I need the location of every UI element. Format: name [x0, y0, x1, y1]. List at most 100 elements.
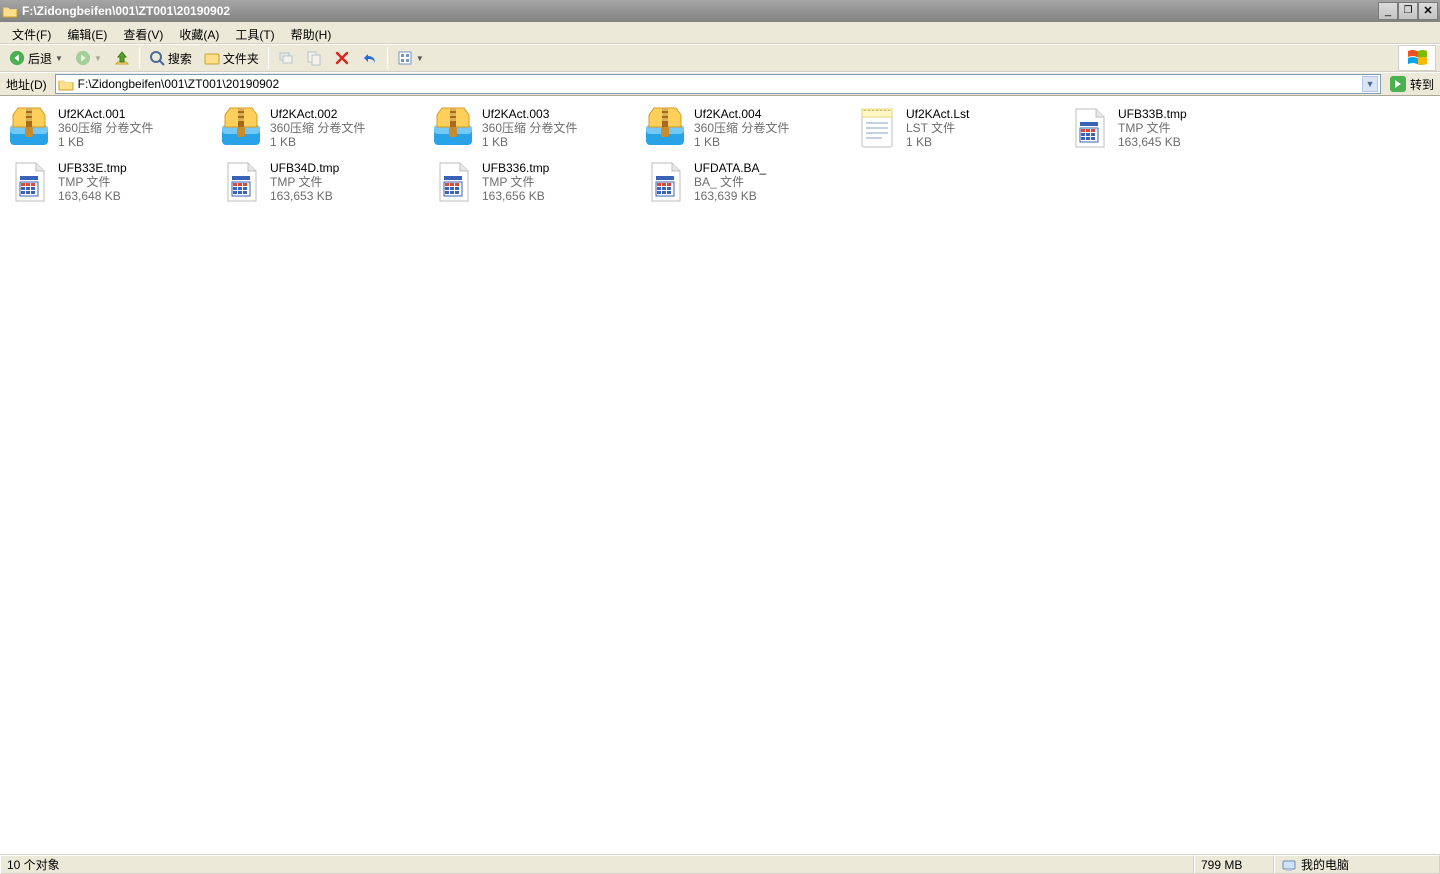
minimize-button[interactable]: _ — [1378, 2, 1398, 20]
close-button[interactable]: ✕ — [1418, 2, 1438, 20]
title-bar[interactable]: F:\Zidongbeifen\001\ZT001\20190902 _ ❐ ✕ — [0, 0, 1440, 22]
address-dropdown[interactable]: ▼ — [1362, 76, 1378, 92]
back-label: 后退 — [28, 50, 52, 67]
menu-tools[interactable]: 工具(T) — [227, 22, 282, 43]
file-size: 1 KB — [270, 135, 365, 149]
search-button[interactable]: 搜索 — [144, 47, 197, 69]
move-to-button[interactable] — [273, 47, 299, 69]
file-item[interactable]: Uf2KAct.002360压缩 分卷文件1 KB — [216, 103, 426, 157]
file-type: LST 文件 — [906, 121, 969, 135]
file-icon — [642, 159, 688, 205]
menu-view[interactable]: 查看(V) — [115, 22, 171, 43]
file-name: Uf2KAct.002 — [270, 107, 365, 121]
file-meta: Uf2KAct.003360压缩 分卷文件1 KB — [482, 105, 577, 149]
separator — [387, 47, 388, 69]
search-icon — [149, 50, 165, 66]
windows-flag-icon — [1405, 49, 1429, 67]
file-item[interactable]: Uf2KAct.004360压缩 分卷文件1 KB — [640, 103, 850, 157]
computer-icon — [1281, 857, 1297, 873]
file-meta: Uf2KAct.002360压缩 分卷文件1 KB — [270, 105, 365, 149]
window-controls: _ ❐ ✕ — [1378, 2, 1438, 20]
file-type: 360压缩 分卷文件 — [694, 121, 789, 135]
menu-file[interactable]: 文件(F) — [4, 22, 59, 43]
menu-bar: 文件(F) 编辑(E) 查看(V) 收藏(A) 工具(T) 帮助(H) — [0, 22, 1440, 44]
delete-icon — [334, 50, 350, 66]
back-icon — [9, 50, 25, 66]
file-name: UFB34D.tmp — [270, 161, 339, 175]
file-icon — [642, 105, 688, 151]
file-item[interactable]: UFB34D.tmpTMP 文件163,653 KB — [216, 157, 426, 211]
file-meta: UFDATA.BA_BA_ 文件163,639 KB — [694, 159, 766, 203]
file-size: 1 KB — [482, 135, 577, 149]
forward-button[interactable]: ▼ — [70, 47, 107, 69]
file-type: 360压缩 分卷文件 — [58, 121, 153, 135]
file-icon — [430, 105, 476, 151]
file-icon — [1066, 105, 1112, 151]
chevron-down-icon: ▼ — [55, 54, 63, 63]
folders-label: 文件夹 — [223, 50, 259, 67]
copy-to-button[interactable] — [301, 47, 327, 69]
file-meta: Uf2KAct.LstLST 文件1 KB — [906, 105, 969, 149]
views-button[interactable]: ▼ — [392, 47, 429, 69]
search-label: 搜索 — [168, 50, 192, 67]
menu-help[interactable]: 帮助(H) — [283, 22, 340, 43]
file-item[interactable]: Uf2KAct.LstLST 文件1 KB — [852, 103, 1062, 157]
file-type: BA_ 文件 — [694, 175, 766, 189]
separator — [139, 47, 140, 69]
status-count: 10 个对象 — [0, 855, 1194, 874]
folder-icon — [58, 76, 74, 92]
file-type: TMP 文件 — [1118, 121, 1187, 135]
file-name: Uf2KAct.Lst — [906, 107, 969, 121]
menu-favorites[interactable]: 收藏(A) — [171, 22, 227, 43]
address-label: 地址(D) — [2, 76, 51, 93]
delete-button[interactable] — [329, 47, 355, 69]
file-type: 360压缩 分卷文件 — [270, 121, 365, 135]
file-item[interactable]: UFB33B.tmpTMP 文件163,645 KB — [1064, 103, 1274, 157]
file-item[interactable]: UFB336.tmpTMP 文件163,656 KB — [428, 157, 638, 211]
up-icon — [114, 50, 130, 66]
file-size: 163,648 KB — [58, 189, 127, 203]
file-meta: UFB33E.tmpTMP 文件163,648 KB — [58, 159, 127, 203]
file-item[interactable]: Uf2KAct.003360压缩 分卷文件1 KB — [428, 103, 638, 157]
file-name: UFDATA.BA_ — [694, 161, 766, 175]
folders-button[interactable]: 文件夹 — [199, 47, 264, 69]
menu-edit[interactable]: 编辑(E) — [59, 22, 115, 43]
address-bar: 地址(D) F:\Zidongbeifen\001\ZT001\20190902… — [0, 72, 1440, 96]
chevron-down-icon: ▼ — [416, 54, 424, 63]
file-icon — [854, 105, 900, 151]
status-size: 799 MB — [1194, 855, 1274, 874]
toolbar: 后退 ▼ ▼ 搜索 文件夹 ▼ — [0, 44, 1440, 72]
file-meta: Uf2KAct.001360压缩 分卷文件1 KB — [58, 105, 153, 149]
windows-logo — [1398, 45, 1436, 71]
forward-icon — [75, 50, 91, 66]
file-name: UFB336.tmp — [482, 161, 549, 175]
status-location: 我的电脑 — [1274, 855, 1440, 874]
file-item[interactable]: UFDATA.BA_BA_ 文件163,639 KB — [640, 157, 850, 211]
file-size: 1 KB — [694, 135, 789, 149]
file-icon — [6, 159, 52, 205]
file-name: Uf2KAct.004 — [694, 107, 789, 121]
file-item[interactable]: Uf2KAct.001360压缩 分卷文件1 KB — [4, 103, 214, 157]
file-type: 360压缩 分卷文件 — [482, 121, 577, 135]
file-type: TMP 文件 — [270, 175, 339, 189]
up-button[interactable] — [109, 47, 135, 69]
file-name: UFB33B.tmp — [1118, 107, 1187, 121]
separator — [268, 47, 269, 69]
folders-icon — [204, 50, 220, 66]
address-field[interactable]: F:\Zidongbeifen\001\ZT001\20190902 ▼ — [55, 74, 1381, 94]
file-icon — [6, 105, 52, 151]
back-button[interactable]: 后退 ▼ — [4, 47, 68, 69]
file-size: 163,645 KB — [1118, 135, 1187, 149]
copy-icon — [306, 50, 322, 66]
go-button[interactable]: 转到 — [1385, 74, 1438, 94]
file-size: 163,656 KB — [482, 189, 549, 203]
undo-button[interactable] — [357, 47, 383, 69]
file-name: UFB33E.tmp — [58, 161, 127, 175]
file-meta: UFB34D.tmpTMP 文件163,653 KB — [270, 159, 339, 203]
file-name: Uf2KAct.003 — [482, 107, 577, 121]
file-item[interactable]: UFB33E.tmpTMP 文件163,648 KB — [4, 157, 214, 211]
maximize-button[interactable]: ❐ — [1398, 2, 1418, 20]
file-list[interactable]: Uf2KAct.001360压缩 分卷文件1 KBUf2KAct.002360压… — [0, 96, 1440, 854]
folder-icon — [2, 4, 18, 18]
window-title: F:\Zidongbeifen\001\ZT001\20190902 — [22, 4, 1378, 18]
